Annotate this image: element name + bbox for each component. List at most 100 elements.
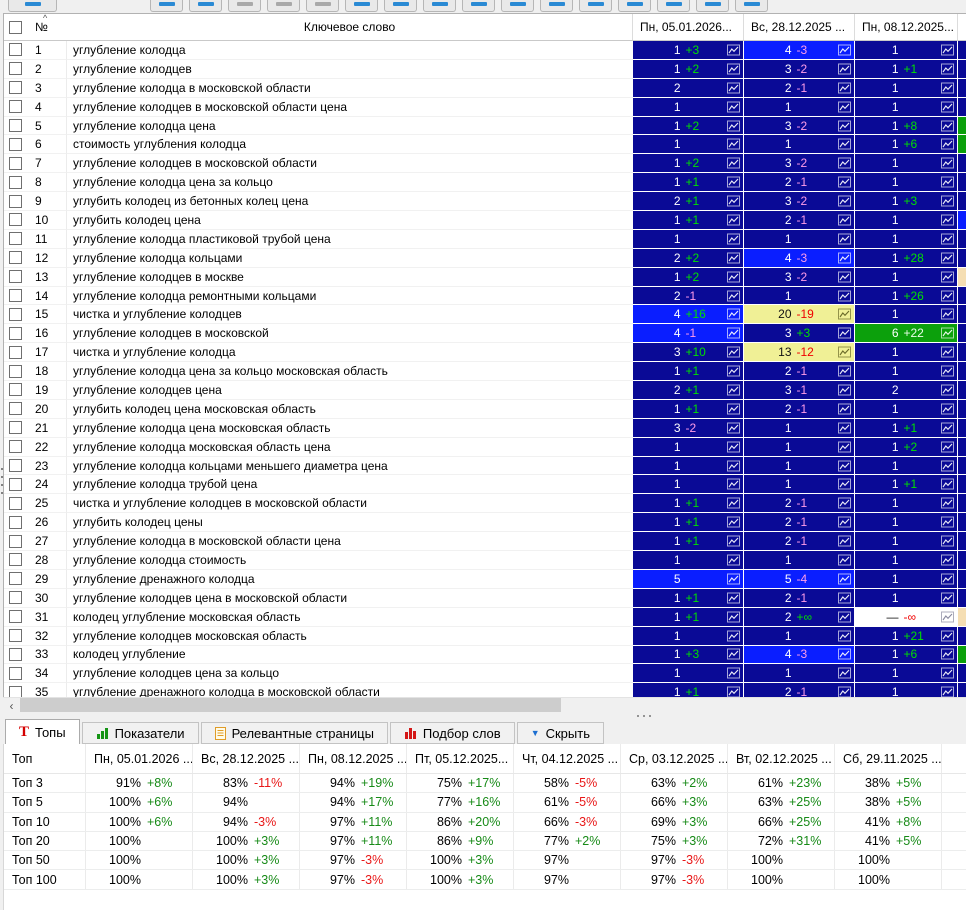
keyword-cell[interactable]: чистка и углубление колодцев в московско… [67,494,633,514]
row-checkbox[interactable] [9,119,22,132]
chart-icon[interactable] [838,308,851,320]
position-cell[interactable]: 1 [633,135,744,155]
position-cell[interactable]: 2 [855,381,958,400]
select-all-checkbox[interactable] [9,20,22,34]
position-cell[interactable]: 1 [633,664,744,684]
scrollbar-thumb[interactable] [20,698,561,713]
row-checkbox[interactable] [9,364,22,378]
chart-icon[interactable] [727,346,740,358]
position-cell[interactable]: 2 -1 [744,211,855,230]
keyword-cell[interactable]: углубление колодца кольцами меньшего диа… [67,456,633,476]
position-cell[interactable]: 1 +26 [855,286,958,306]
chart-icon[interactable] [838,648,851,660]
row-checkbox[interactable] [9,402,22,416]
chart-icon[interactable] [838,82,851,94]
chart-icon[interactable] [727,176,740,188]
position-cell[interactable]: 1 [744,626,855,646]
chart-icon[interactable] [727,44,740,56]
tops-column-header[interactable]: Топ [4,744,86,773]
chart-icon[interactable] [941,478,954,490]
position-cell[interactable]: 2 +1 [633,192,744,212]
chart-icon[interactable] [727,554,740,566]
keyword-cell[interactable]: чистка и углубление колодца [67,343,633,363]
position-cell[interactable]: 1 [744,456,855,476]
chart-icon[interactable] [838,252,851,264]
chart-icon[interactable] [941,460,954,472]
keyword-cell[interactable]: углубление колодца цена [67,116,633,136]
chart-icon[interactable] [838,138,851,150]
position-cell[interactable]: 1 [744,664,855,684]
keyword-cell[interactable]: углубление колодца трубой цена [67,475,633,495]
chart-icon[interactable] [727,271,740,283]
toolbar-button[interactable] [8,0,57,12]
tops-column-header[interactable]: Пн, 08.12.2025 ... [300,744,407,773]
chart-icon[interactable] [727,82,740,94]
position-cell[interactable]: 1 [855,154,958,174]
position-cell[interactable]: 1 +1 [633,494,744,514]
chart-icon[interactable] [838,44,851,56]
keyword-cell[interactable]: углубление колодцев в московской [67,324,633,344]
column-header-date-2[interactable]: Вс, 28.12.2025 ... [744,14,855,40]
row-checkbox[interactable] [9,137,22,151]
position-cell[interactable]: 2 -1 [744,513,855,533]
chart-icon[interactable] [838,176,851,188]
chart-icon[interactable] [727,648,740,660]
column-header-keyword[interactable]: Ключевое слово [67,14,633,40]
keyword-cell[interactable]: углубление колодцев цена [67,381,633,400]
column-header-date-1[interactable]: Пн, 05.01.2026... [633,14,744,40]
chart-icon[interactable] [727,403,740,415]
position-cell[interactable]: 1 [855,551,958,570]
chart-icon[interactable] [727,365,740,377]
toolbar-button[interactable] [150,0,183,12]
chart-icon[interactable] [941,630,954,642]
chart-icon[interactable] [941,157,954,169]
chart-icon[interactable] [727,233,740,245]
position-cell[interactable]: 3 -2 [744,267,855,287]
keyword-cell[interactable]: углубление колодцев в москве [67,267,633,287]
keyword-cell[interactable]: колодец углубление [67,645,633,665]
chart-icon[interactable] [727,460,740,472]
chart-icon[interactable] [941,497,954,509]
chart-icon[interactable] [941,290,954,302]
keyword-cell[interactable]: углубление дренажного колодца [67,569,633,589]
row-checkbox[interactable] [9,383,22,397]
row-checkbox[interactable] [9,629,22,643]
position-cell[interactable]: 1 [744,551,855,570]
position-cell[interactable]: 1 [744,437,855,457]
position-cell[interactable]: 4 +16 [633,305,744,325]
chart-icon[interactable] [838,554,851,566]
position-cell[interactable]: 6 +22 [855,324,958,344]
position-cell[interactable]: 1 [855,399,958,419]
chart-icon[interactable] [941,63,954,75]
chart-icon[interactable] [727,592,740,604]
position-cell[interactable]: 1 [744,135,855,155]
toolbar-button[interactable] [696,0,729,12]
row-checkbox[interactable] [9,591,22,605]
position-cell[interactable]: 1 +1 [633,362,744,382]
chart-icon[interactable] [727,497,740,509]
toolbar-button[interactable] [345,0,378,12]
chart-icon[interactable] [838,403,851,415]
position-cell[interactable]: 1 [633,97,744,117]
keyword-cell[interactable]: углубить колодец цены [67,513,633,533]
chart-icon[interactable] [941,611,954,623]
tops-column-header[interactable]: Чт, 04.12.2025 ... [514,744,621,773]
left-splitter-grip-icon[interactable] [1,468,3,494]
position-cell[interactable]: 1 [855,532,958,552]
row-checkbox[interactable] [9,459,22,473]
position-cell[interactable]: 20 -19 [744,305,855,325]
keyword-cell[interactable]: углубление колодцев [67,59,633,79]
position-cell[interactable]: 3 -1 [744,381,855,400]
chart-icon[interactable] [727,120,740,131]
chart-icon[interactable] [727,290,740,302]
chart-icon[interactable] [941,403,954,415]
position-cell[interactable]: 1 [855,97,958,117]
position-cell[interactable]: 1 [855,267,958,287]
position-cell[interactable]: 2 +1 [633,381,744,400]
chart-icon[interactable] [838,157,851,169]
position-cell[interactable]: 1 +1 [633,607,744,627]
chart-icon[interactable] [941,573,954,585]
chart-icon[interactable] [941,346,954,358]
position-cell[interactable]: 1 +2 [633,267,744,287]
keyword-cell[interactable]: углубить колодец цена московская область [67,399,633,419]
